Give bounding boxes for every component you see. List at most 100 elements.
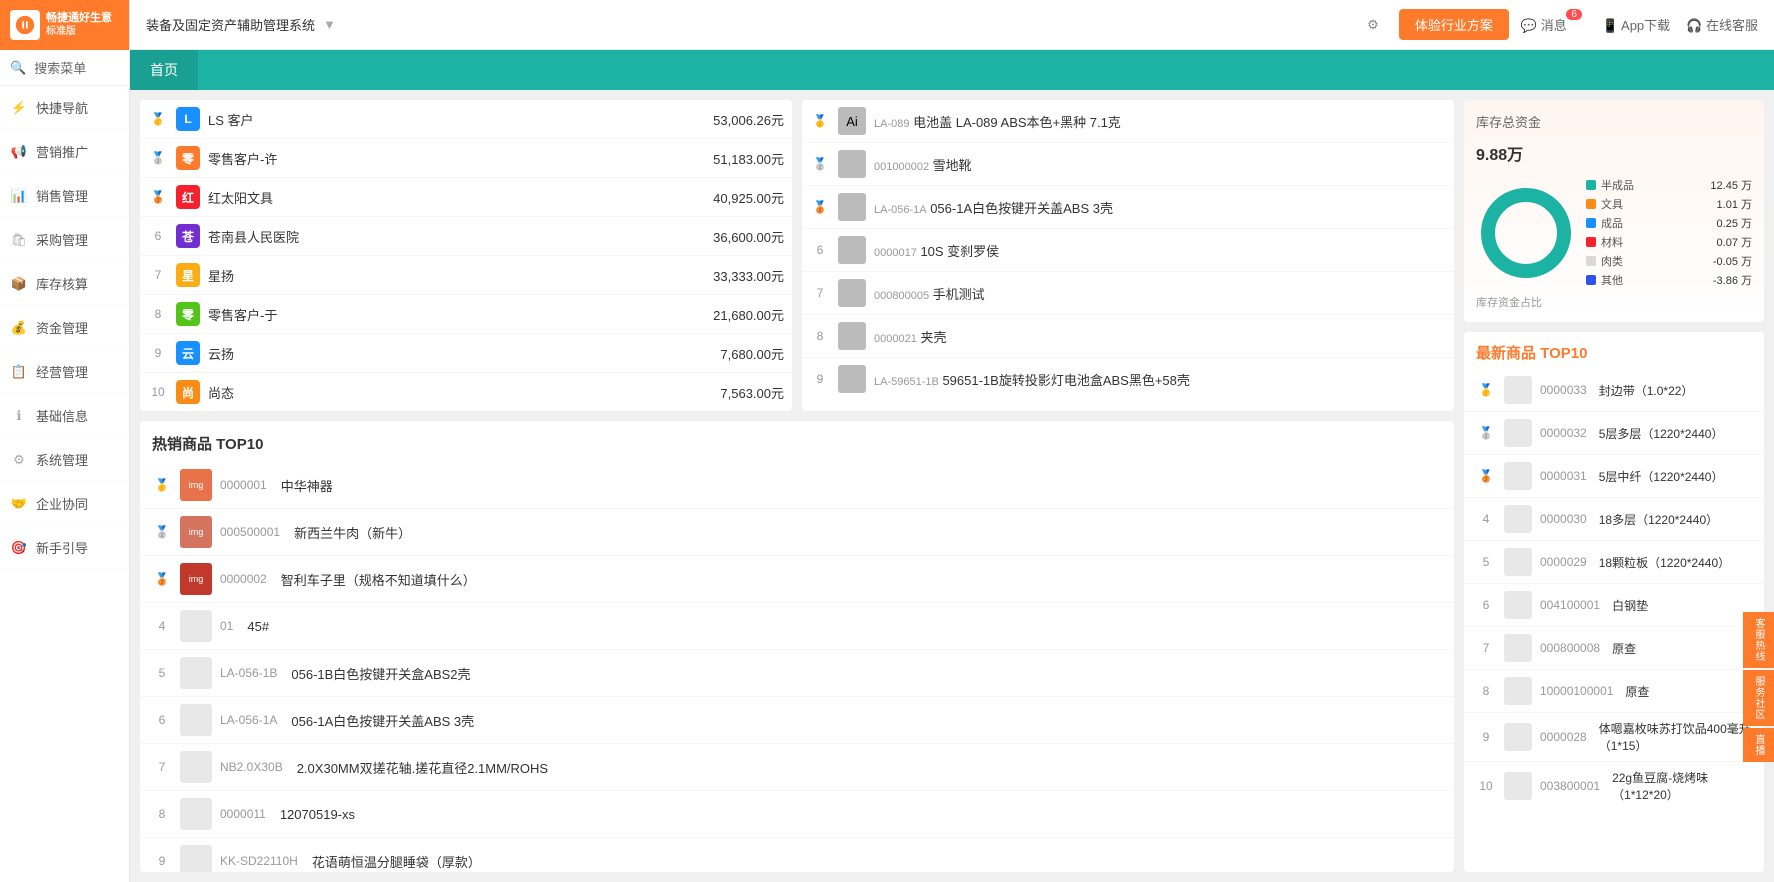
table-row: 🥇 Ai LA-089 电池盖 LA-089 ABS本色+黑种 7.1克 <box>802 100 1454 143</box>
customer-value: 21,680.00元 <box>713 305 784 324</box>
customer-value: 7,680.00元 <box>720 344 784 363</box>
table-row: 7 星 星扬 33,333.00元 <box>140 256 792 295</box>
app-download-btn[interactable]: 📱 App下载 <box>1602 15 1670 34</box>
product-info: 0000021 夹壳 <box>874 327 1446 346</box>
online-service-btn[interactable]: 🎧 在线客服 <box>1686 15 1758 34</box>
sidebar-item-guide[interactable]: 🎯 新手引导 <box>0 526 129 570</box>
sidebar-item-marketing[interactable]: 📢 营销推广 <box>0 130 129 174</box>
product-thumbnail <box>180 704 212 736</box>
table-row: 9 云 云扬 7,680.00元 <box>140 334 792 373</box>
product-img: Ai <box>838 107 866 135</box>
customer-name: 星扬 <box>208 266 705 285</box>
product-thumbnail <box>180 751 212 783</box>
customer-name: 尚态 <box>208 383 712 402</box>
legend-color-dot <box>1586 275 1596 285</box>
trial-btn[interactable]: 体验行业方案 <box>1399 9 1509 40</box>
rank-number: 7 <box>810 286 830 300</box>
list-item: 4 0000030 18多层（1220*2440） <box>1464 498 1764 541</box>
customer-name: 零售客户-于 <box>208 305 705 324</box>
list-item: 10 003800001 22g鱼豆腐-烧烤味（1*12*20） <box>1464 762 1764 810</box>
customer-name: 苍南县人民医院 <box>208 227 705 246</box>
customer-value: 53,006.26元 <box>713 110 784 129</box>
bag-icon: 🛍 <box>10 231 28 249</box>
product-thumbnail: img <box>180 516 212 548</box>
rank-number: 6 <box>148 229 168 243</box>
middle-section: 🥇 L LS 客户 53,006.26元 🥈 零 零售客户-许 51,183.0… <box>130 90 1464 882</box>
legend-color-dot <box>1586 256 1596 266</box>
inventory-chart-area: 半成品 12.45 万 文具 1.01 万 成品 0.25 万 <box>1476 177 1752 288</box>
product-img <box>838 236 866 264</box>
product-img <box>838 365 866 393</box>
rank-number: 9 <box>810 372 830 386</box>
list-item: 9 KK-SD22110H 花语萌恒温分腿睡袋（厚款） <box>140 838 1454 872</box>
product-img <box>838 150 866 178</box>
sidebar-item-quicknav[interactable]: ⚡ 快捷导航 <box>0 86 129 130</box>
customer-name: LS 客户 <box>208 110 705 129</box>
search-menu-item[interactable]: 🔍 搜索菜单 <box>0 50 129 86</box>
sidebar-item-sales[interactable]: 📊 销售管理 <box>0 174 129 218</box>
list-item: 8 0000011 12070519-xs <box>140 791 1454 838</box>
legend-item-material: 材料 0.07 万 <box>1586 234 1752 250</box>
sidebar-item-inventory[interactable]: 📦 库存核算 <box>0 262 129 306</box>
table-row: 🥈 001000002 雪地靴 <box>802 143 1454 186</box>
product-thumbnail <box>1504 677 1532 705</box>
main-area: 装备及固定资产辅助管理系统 ▼ ⚙ 体验行业方案 💬 消息 6 📱 App下载 … <box>130 0 1774 882</box>
product-info: 001000002 雪地靴 <box>874 155 1446 174</box>
sidebar-item-basics[interactable]: ℹ 基础信息 <box>0 394 129 438</box>
table-row: 8 零 零售客户-于 21,680.00元 <box>140 295 792 334</box>
new-products-title: 最新商品 TOP10 <box>1464 332 1764 369</box>
product-thumbnail <box>1504 419 1532 447</box>
home-icon: ⚡ <box>10 99 28 117</box>
legend-color-dot <box>1586 199 1596 209</box>
customer-name: 云扬 <box>208 344 712 363</box>
dropdown-arrow-icon[interactable]: ▼ <box>323 17 336 32</box>
product-thumbnail <box>1504 548 1532 576</box>
sidebar-item-collab[interactable]: 🤝 企业协同 <box>0 482 129 526</box>
top-tables-section: 🥇 L LS 客户 53,006.26元 🥈 零 零售客户-许 51,183.0… <box>140 100 1454 411</box>
sidebar-item-finance[interactable]: 💰 资金管理 <box>0 306 129 350</box>
service-community-btn[interactable]: 服务社区 <box>1743 670 1774 726</box>
customer-value: 51,183.00元 <box>713 149 784 168</box>
rank-medal-icon: 🥇 <box>152 478 172 492</box>
sidebar-item-purchase[interactable]: 🛍 采购管理 <box>0 218 129 262</box>
table-row: 8 0000021 夹壳 <box>802 315 1454 358</box>
settings-icon: ⚙ <box>10 451 28 469</box>
legend-item-meat: 肉类 -0.05 万 <box>1586 253 1752 269</box>
rank-medal-icon: 🥉 <box>152 572 172 586</box>
tab-home[interactable]: 首页 <box>130 50 198 90</box>
sidebar-item-system[interactable]: ⚙ 系统管理 <box>0 438 129 482</box>
table-row: 🥈 零 零售客户-许 51,183.00元 <box>140 139 792 178</box>
live-broadcast-btn[interactable]: 直播 <box>1743 728 1774 762</box>
rank-number: 8 <box>810 329 830 343</box>
settings-button[interactable]: ⚙ <box>1359 11 1387 39</box>
money-icon: 💰 <box>10 319 28 337</box>
hot-sell-list: 🥇 img 0000001 中华神器 🥈 img 000500001 新西兰牛肉… <box>140 462 1454 872</box>
system-title: 装备及固定资产辅助管理系统 <box>146 15 315 34</box>
product-thumbnail <box>180 657 212 689</box>
list-item: 6 004100001 白钢垫 <box>1464 584 1764 627</box>
topbar: 装备及固定资产辅助管理系统 ▼ ⚙ 体验行业方案 💬 消息 6 📱 App下载 … <box>130 0 1774 50</box>
list-item: 7 000800008 原查 <box>1464 627 1764 670</box>
product-thumbnail <box>180 610 212 642</box>
new-products-card: 最新商品 TOP10 🥇 0000033 封边带（1.0*22） 🥈 00000… <box>1464 332 1764 872</box>
product-thumbnail <box>1504 772 1532 800</box>
customer-badge: 零 <box>176 146 200 170</box>
rank-medal-icon: 🥈 <box>810 157 830 171</box>
customer-badge: 尚 <box>176 380 200 404</box>
topbar-title: 装备及固定资产辅助管理系统 ▼ <box>146 15 1347 34</box>
legend-color-dot <box>1586 237 1596 247</box>
product-info: LA-089 电池盖 LA-089 ABS本色+黑种 7.1克 <box>874 112 1446 131</box>
customer-value: 40,925.00元 <box>713 188 784 207</box>
legend-item-other: 其他 -3.86 万 <box>1586 272 1752 288</box>
table-row: 7 000800005 手机测试 <box>802 272 1454 315</box>
customer-service-hotline-btn[interactable]: 客服热线 <box>1743 612 1774 668</box>
list-item: 🥇 0000033 封边带（1.0*22） <box>1464 369 1764 412</box>
customers-top10-card: 🥇 L LS 客户 53,006.26元 🥈 零 零售客户-许 51,183.0… <box>140 100 792 411</box>
customer-badge: 苍 <box>176 224 200 248</box>
product-info: 000800005 手机测试 <box>874 284 1446 303</box>
notification-btn[interactable]: 💬 消息 6 <box>1521 15 1586 34</box>
sidebar-item-manage[interactable]: 📋 经营管理 <box>0 350 129 394</box>
inventory-legend: 半成品 12.45 万 文具 1.01 万 成品 0.25 万 <box>1586 177 1752 288</box>
rank-number: 10 <box>148 385 168 399</box>
product-info: LA-056-1A 056-1A白色按键开关盖ABS 3壳 <box>874 198 1446 217</box>
